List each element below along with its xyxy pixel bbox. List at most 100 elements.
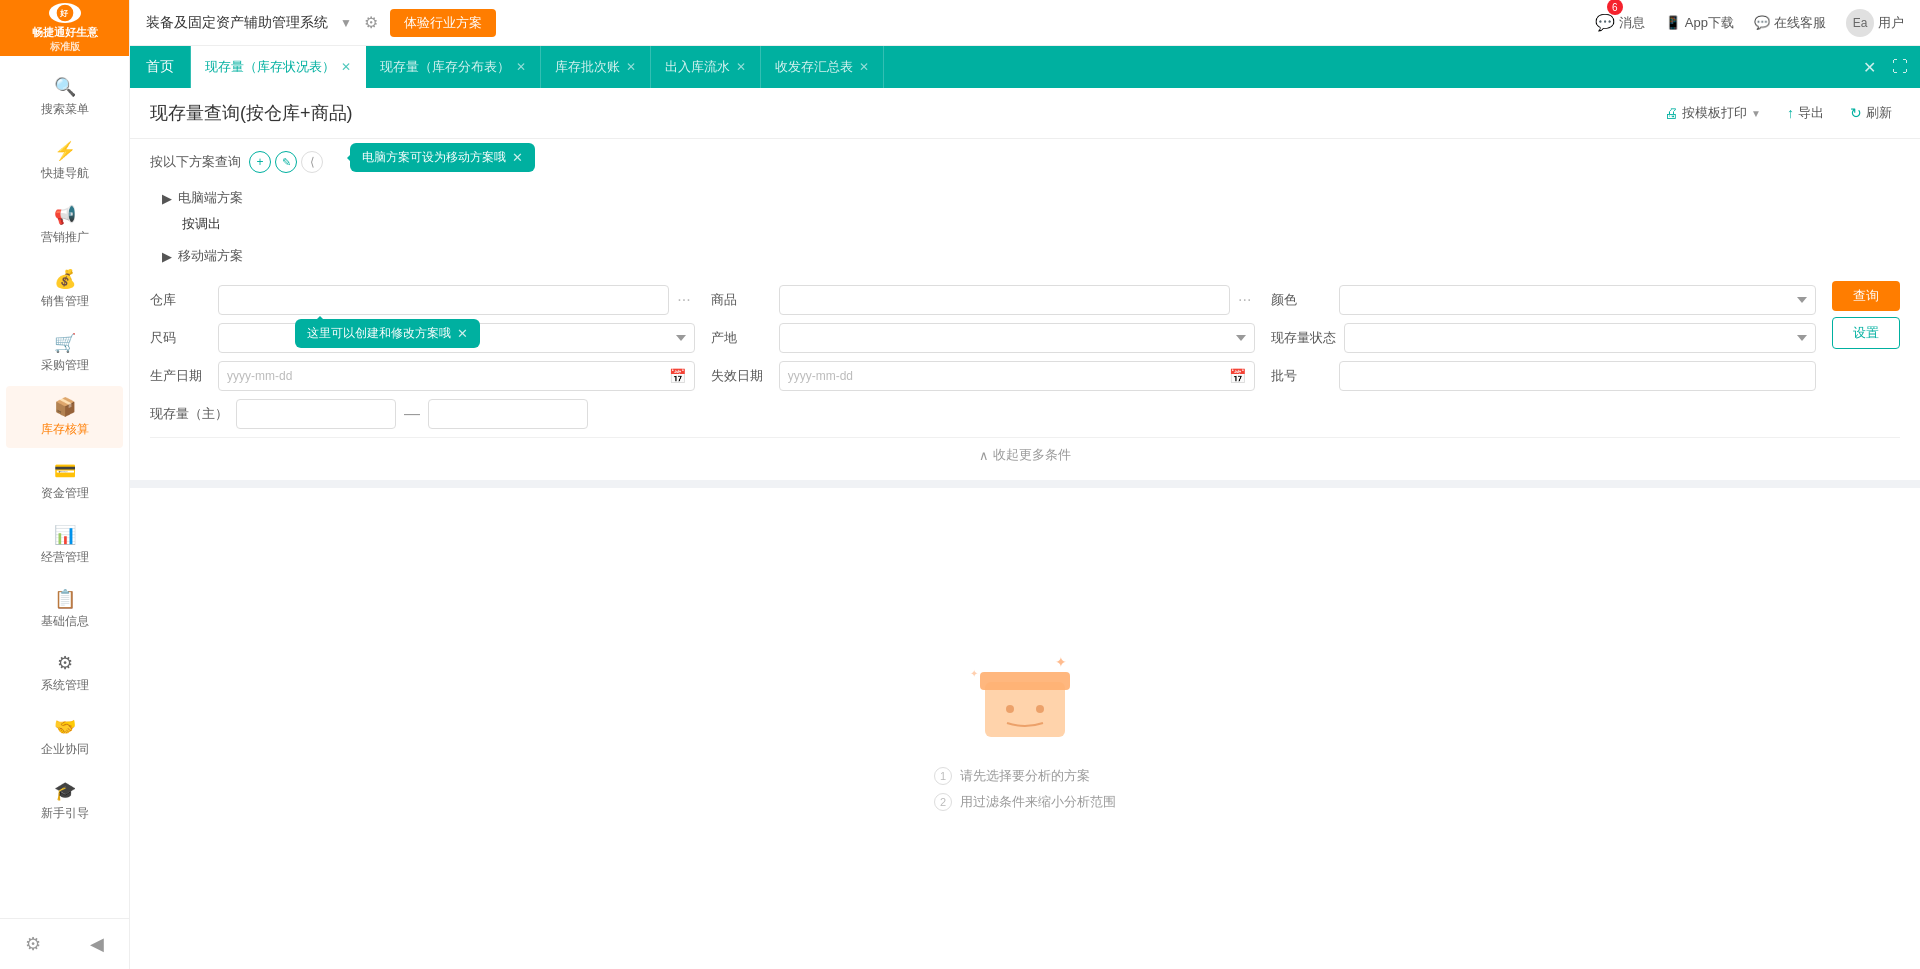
app-download-btn[interactable]: 📱 App下载 (1665, 14, 1734, 32)
sidebar-item-inventory[interactable]: 📦 库存核算 (6, 386, 123, 448)
empty-hint-2: 2 用过滤条件来缩小分析范围 (934, 793, 1116, 811)
expiry-date-placeholder: yyyy-mm-dd (788, 369, 853, 383)
warehouse-label: 仓库 (150, 291, 210, 309)
system-dropdown-icon[interactable]: ▼ (340, 16, 352, 30)
purchase-nav-icon: 🛒 (54, 332, 76, 354)
tab-close-all-icon[interactable]: ✕ (1859, 54, 1880, 81)
back-schema-btn[interactable]: ⟨ (301, 151, 323, 173)
sidebar-item-purchase-label: 采购管理 (41, 357, 89, 374)
header-right: 💬 6 消息 📱 App下载 💬 在线客服 Ea 用户 (1595, 9, 1904, 37)
logo-text: 畅捷通好生意 (32, 25, 98, 40)
sidebar-item-guide[interactable]: 🎓 新手引导 (6, 770, 123, 832)
batch-input[interactable] (1339, 361, 1816, 391)
tab-expand-icon[interactable]: ⛶ (1888, 54, 1912, 80)
empty-illustration: ✦ ✦ (965, 647, 1085, 747)
expiry-date-icon: 📅 (1229, 368, 1246, 384)
svg-rect-2 (985, 682, 1065, 737)
print-label: 按模板打印 (1682, 104, 1747, 122)
filter-btn-group: 查询 设置 (1816, 281, 1900, 429)
tab-inventory-dist[interactable]: 现存量（库存分布表） ✕ (366, 46, 541, 88)
schema-item-adjust-label: 按调出 (182, 215, 221, 233)
tab-inventory-status[interactable]: 现存量（库存状况表） ✕ (191, 46, 366, 88)
schema-item-adjust[interactable]: 按调出 (162, 211, 1900, 237)
warehouse-dots[interactable]: ··· (673, 291, 694, 309)
marketing-nav-icon: 📢 (54, 204, 76, 226)
tab-home[interactable]: 首页 (130, 46, 191, 88)
experience-btn[interactable]: 体验行业方案 (390, 9, 496, 37)
support-btn[interactable]: 💬 在线客服 (1754, 14, 1826, 32)
sales-nav-icon: 💰 (54, 268, 76, 290)
edit-schema-btn[interactable]: ✎ (275, 151, 297, 173)
filter-row-3: 生产日期 yyyy-mm-dd 📅 失效日期 yyyy-mm-dd 📅 (150, 361, 1816, 391)
expiry-date-input[interactable]: yyyy-mm-dd 📅 (779, 361, 1256, 391)
quantity-from-input[interactable] (236, 399, 396, 429)
schema-controls: + ✎ ⟨ (249, 151, 323, 173)
schema-section-pc: ▶ 电脑端方案 (162, 185, 1900, 211)
refresh-btn[interactable]: ↻ 刷新 (1842, 100, 1900, 126)
sidebar-item-marketing[interactable]: 📢 营销推广 (6, 194, 123, 256)
tab-inventory-status-close[interactable]: ✕ (341, 60, 351, 74)
production-date-input[interactable]: yyyy-mm-dd 📅 (218, 361, 695, 391)
sidebar-item-quick[interactable]: ⚡ 快捷导航 (6, 130, 123, 192)
inventory-status-select[interactable] (1344, 323, 1816, 353)
settings-btn[interactable]: 设置 (1832, 317, 1900, 349)
sidebar-item-finance[interactable]: 💳 资金管理 (6, 450, 123, 512)
expiry-date-label: 失效日期 (711, 367, 771, 385)
tab-batch-account-close[interactable]: ✕ (626, 60, 636, 74)
product-label: 商品 (711, 291, 771, 309)
sidebar-item-enterprise[interactable]: 🤝 企业协同 (6, 706, 123, 768)
collapse-row[interactable]: ∧ 收起更多条件 (150, 437, 1900, 468)
product-input[interactable] (779, 285, 1230, 315)
tab-in-out-flow[interactable]: 出入库流水 ✕ (651, 46, 761, 88)
export-btn[interactable]: ↑ 导出 (1779, 100, 1832, 126)
sidebar-settings-btn[interactable]: ⚙ (17, 929, 49, 959)
print-btn[interactable]: 🖨 按模板打印 ▼ (1656, 100, 1769, 126)
sidebar-item-sales[interactable]: 💰 销售管理 (6, 258, 123, 320)
color-select[interactable] (1339, 285, 1816, 315)
warehouse-input[interactable] (218, 285, 669, 315)
search-btn[interactable]: 查询 (1832, 281, 1900, 311)
origin-select[interactable] (779, 323, 1256, 353)
user-btn[interactable]: Ea 用户 (1846, 9, 1904, 37)
sidebar-nav: 🔍 搜索菜单 ⚡ 快捷导航 📢 营销推广 💰 销售管理 🛒 采购管理 📦 库存核… (0, 56, 129, 918)
logo-sub: 标准版 (50, 40, 80, 54)
tooltip-pc-close[interactable]: ✕ (512, 150, 523, 165)
sidebar-item-search[interactable]: 🔍 搜索菜单 (6, 66, 123, 128)
refresh-icon: ↻ (1850, 105, 1862, 121)
tab-inventory-dist-close[interactable]: ✕ (516, 60, 526, 74)
sidebar-item-operations[interactable]: 📊 经营管理 (6, 514, 123, 576)
tab-in-out-flow-close[interactable]: ✕ (736, 60, 746, 74)
message-icon: 💬 6 (1595, 13, 1615, 32)
empty-hint-1-text: 请先选择要分析的方案 (960, 767, 1090, 785)
area-divider (130, 480, 1920, 484)
tab-receipt-summary-close[interactable]: ✕ (859, 60, 869, 74)
inventory-status-label: 现存量状态 (1271, 329, 1336, 347)
quantity-to-input[interactable] (428, 399, 588, 429)
filter-row-1: 仓库 ··· 商品 ··· (150, 285, 1816, 315)
system-name: 装备及固定资产辅助管理系统 (146, 14, 328, 32)
sidebar-bottom: ⚙ ◀ (0, 918, 129, 969)
product-dots[interactable]: ··· (1234, 291, 1255, 309)
header-settings-icon[interactable]: ⚙ (364, 13, 378, 32)
pc-section-arrow: ▶ (162, 191, 172, 206)
tab-receipt-summary[interactable]: 收发存汇总表 ✕ (761, 46, 884, 88)
empty-hint-1: 1 请先选择要分析的方案 (934, 767, 1090, 785)
sidebar-item-purchase[interactable]: 🛒 采购管理 (6, 322, 123, 384)
sidebar-item-sales-label: 销售管理 (41, 293, 89, 310)
sidebar-item-system[interactable]: ⚙ 系统管理 (6, 642, 123, 704)
tab-batch-account[interactable]: 库存批次账 ✕ (541, 46, 651, 88)
messages-label: 消息 (1619, 14, 1645, 32)
mobile-section-label: 移动端方案 (178, 247, 243, 265)
batch-label: 批号 (1271, 367, 1331, 385)
empty-hints: 1 请先选择要分析的方案 2 用过滤条件来缩小分析范围 (934, 767, 1116, 811)
production-date-icon: 📅 (669, 368, 686, 384)
main-area: 装备及固定资产辅助管理系统 ▼ ⚙ 体验行业方案 💬 6 消息 📱 App下载 … (130, 0, 1920, 969)
svg-text:✦: ✦ (970, 668, 978, 679)
sidebar-item-basic[interactable]: 📋 基础信息 (6, 578, 123, 640)
add-schema-btn[interactable]: + (249, 151, 271, 173)
messages-btn[interactable]: 💬 6 消息 (1595, 13, 1645, 32)
sidebar-item-basic-label: 基础信息 (41, 613, 89, 630)
tab-batch-account-label: 库存批次账 (555, 58, 620, 76)
sidebar-collapse-btn[interactable]: ◀ (82, 929, 112, 959)
tooltip-create-close[interactable]: ✕ (457, 326, 468, 341)
